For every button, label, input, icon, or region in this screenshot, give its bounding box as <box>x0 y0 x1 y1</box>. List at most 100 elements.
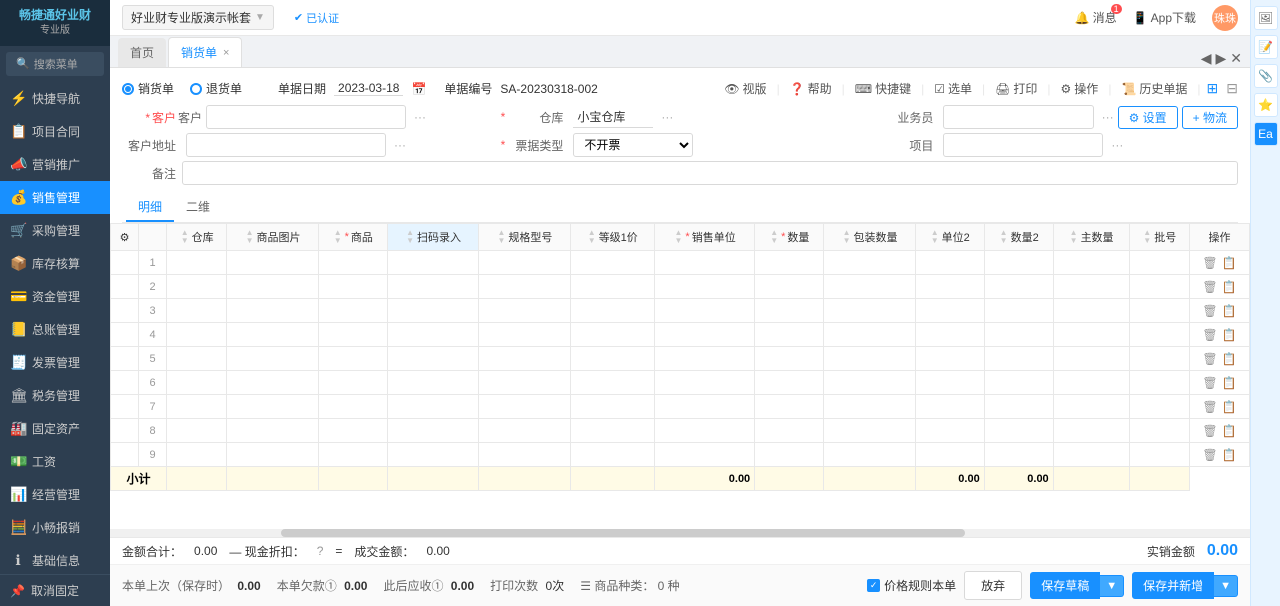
right-panel-attach-icon[interactable]: 📎 <box>1254 64 1278 88</box>
sidebar-item-kuaijie[interactable]: ⚡ 快捷导航 <box>0 82 110 115</box>
row-qty2-5[interactable] <box>984 347 1053 371</box>
row-copy-5[interactable]: 📋 <box>1222 352 1237 366</box>
row-unit-1[interactable] <box>655 251 755 275</box>
row-image-8[interactable] <box>227 419 318 443</box>
row-goods-1[interactable] <box>318 251 387 275</box>
row-pack-qty-6[interactable] <box>824 371 915 395</box>
row-quantity-6[interactable] <box>755 371 824 395</box>
app-download-btn[interactable]: 📱 App下载 <box>1133 9 1196 26</box>
col-quantity[interactable]: ▲▼*数量 <box>755 224 824 251</box>
help-btn[interactable]: ❓ 帮助 <box>786 78 836 99</box>
row-goods-8[interactable] <box>318 419 387 443</box>
col-unit[interactable]: ▲▼*销售单位 <box>655 224 755 251</box>
row-copy-3[interactable]: 📋 <box>1222 304 1237 318</box>
row-delete-4[interactable]: 🗑 <box>1202 328 1217 342</box>
sidebar-item-kucun[interactable]: 📦 库存核算 <box>0 247 110 280</box>
tab-mingxi[interactable]: 明细 <box>126 193 174 222</box>
row-copy-8[interactable]: 📋 <box>1222 424 1237 438</box>
row-unit2-2[interactable] <box>915 275 984 299</box>
row-unit2-4[interactable] <box>915 323 984 347</box>
row-goods-7[interactable] <box>318 395 387 419</box>
row-quantity-4[interactable] <box>755 323 824 347</box>
row-image-4[interactable] <box>227 323 318 347</box>
row-price1-8[interactable] <box>570 419 654 443</box>
row-price1-1[interactable] <box>570 251 654 275</box>
sidebar-item-caigou[interactable]: 🛒 采购管理 <box>0 214 110 247</box>
row-main-qty-5[interactable] <box>1053 347 1129 371</box>
calendar-icon[interactable]: 📅 <box>411 82 426 96</box>
save-new-arrow-btn[interactable]: ▼ <box>1214 575 1238 597</box>
row-warehouse-7[interactable] <box>167 395 227 419</box>
row-warehouse-8[interactable] <box>167 419 227 443</box>
row-main-qty-8[interactable] <box>1053 419 1129 443</box>
remark-input[interactable] <box>182 161 1238 185</box>
row-spec-9[interactable] <box>479 443 570 467</box>
row-warehouse-9[interactable] <box>167 443 227 467</box>
row-pack-qty-9[interactable] <box>824 443 915 467</box>
row-scan-9[interactable] <box>387 443 478 467</box>
row-unit2-8[interactable] <box>915 419 984 443</box>
row-goods-9[interactable] <box>318 443 387 467</box>
row-image-6[interactable] <box>227 371 318 395</box>
col-warehouse[interactable]: ▲▼仓库 <box>167 224 227 251</box>
row-copy-2[interactable]: 📋 <box>1222 280 1237 294</box>
row-pack-qty-5[interactable] <box>824 347 915 371</box>
tab-home[interactable]: 首页 <box>118 38 166 67</box>
price-check-item[interactable]: ✓ 价格规则本单 <box>867 577 956 594</box>
row-qty2-4[interactable] <box>984 323 1053 347</box>
row-price1-9[interactable] <box>570 443 654 467</box>
address-select-icon[interactable]: ··· <box>394 138 406 152</box>
sidebar-item-zhangmu[interactable]: 📒 总账管理 <box>0 313 110 346</box>
row-pack-qty-3[interactable] <box>824 299 915 323</box>
row-delete-5[interactable]: 🗑 <box>1202 352 1217 366</box>
tab-next-icon[interactable]: ▶ <box>1215 50 1226 67</box>
row-price1-6[interactable] <box>570 371 654 395</box>
sidebar-item-jingying[interactable]: 📊 经营管理 <box>0 478 110 511</box>
row-qty2-8[interactable] <box>984 419 1053 443</box>
col-pack-qty[interactable]: ▲▼包装数量 <box>824 224 915 251</box>
row-image-1[interactable] <box>227 251 318 275</box>
row-delete-6[interactable]: 🗑 <box>1202 376 1217 390</box>
row-unit-4[interactable] <box>655 323 755 347</box>
row-qty2-1[interactable] <box>984 251 1053 275</box>
layout-grid-icon[interactable]: ⊞ <box>1207 80 1219 97</box>
sidebar-item-xiangmu[interactable]: 📋 项目合同 <box>0 115 110 148</box>
col-goods[interactable]: ▲▼*商品 <box>318 224 387 251</box>
col-spec[interactable]: ▲▼规格型号 <box>479 224 570 251</box>
row-copy-4[interactable]: 📋 <box>1222 328 1237 342</box>
row-main-qty-4[interactable] <box>1053 323 1129 347</box>
row-unit-6[interactable] <box>655 371 755 395</box>
row-goods-6[interactable] <box>318 371 387 395</box>
row-warehouse-5[interactable] <box>167 347 227 371</box>
sidebar-item-quxiao[interactable]: 📌 取消固定 <box>0 575 110 606</box>
hint-icon[interactable]: ? <box>317 544 324 558</box>
row-image-3[interactable] <box>227 299 318 323</box>
radio-tuihuo[interactable]: 退货单 <box>190 80 242 97</box>
row-quantity-8[interactable] <box>755 419 824 443</box>
abandon-btn[interactable]: 放弃 <box>964 571 1022 600</box>
row-image-7[interactable] <box>227 395 318 419</box>
row-main-qty-3[interactable] <box>1053 299 1129 323</box>
sidebar-item-xiaoshou[interactable]: 💰 销售管理 <box>0 181 110 214</box>
radio-xiaohuo[interactable]: 销货单 <box>122 80 174 97</box>
row-batch-7[interactable] <box>1129 395 1189 419</box>
row-warehouse-6[interactable] <box>167 371 227 395</box>
row-goods-3[interactable] <box>318 299 387 323</box>
col-batch[interactable]: ▲▼批号 <box>1129 224 1189 251</box>
row-image-9[interactable] <box>227 443 318 467</box>
row-batch-1[interactable] <box>1129 251 1189 275</box>
row-unit2-1[interactable] <box>915 251 984 275</box>
row-batch-9[interactable] <box>1129 443 1189 467</box>
col-scan[interactable]: ▲▼扫码录入 <box>387 224 478 251</box>
tab-erwei[interactable]: 二维 <box>174 193 222 222</box>
row-batch-6[interactable] <box>1129 371 1189 395</box>
row-unit-7[interactable] <box>655 395 755 419</box>
row-quantity-7[interactable] <box>755 395 824 419</box>
row-unit-3[interactable] <box>655 299 755 323</box>
row-quantity-9[interactable] <box>755 443 824 467</box>
user-avatar[interactable]: 珠珠 <box>1212 5 1238 31</box>
row-scan-1[interactable] <box>387 251 478 275</box>
right-panel-ea-btn[interactable]: Ea <box>1254 122 1278 146</box>
row-copy-9[interactable]: 📋 <box>1222 448 1237 462</box>
row-scan-2[interactable] <box>387 275 478 299</box>
